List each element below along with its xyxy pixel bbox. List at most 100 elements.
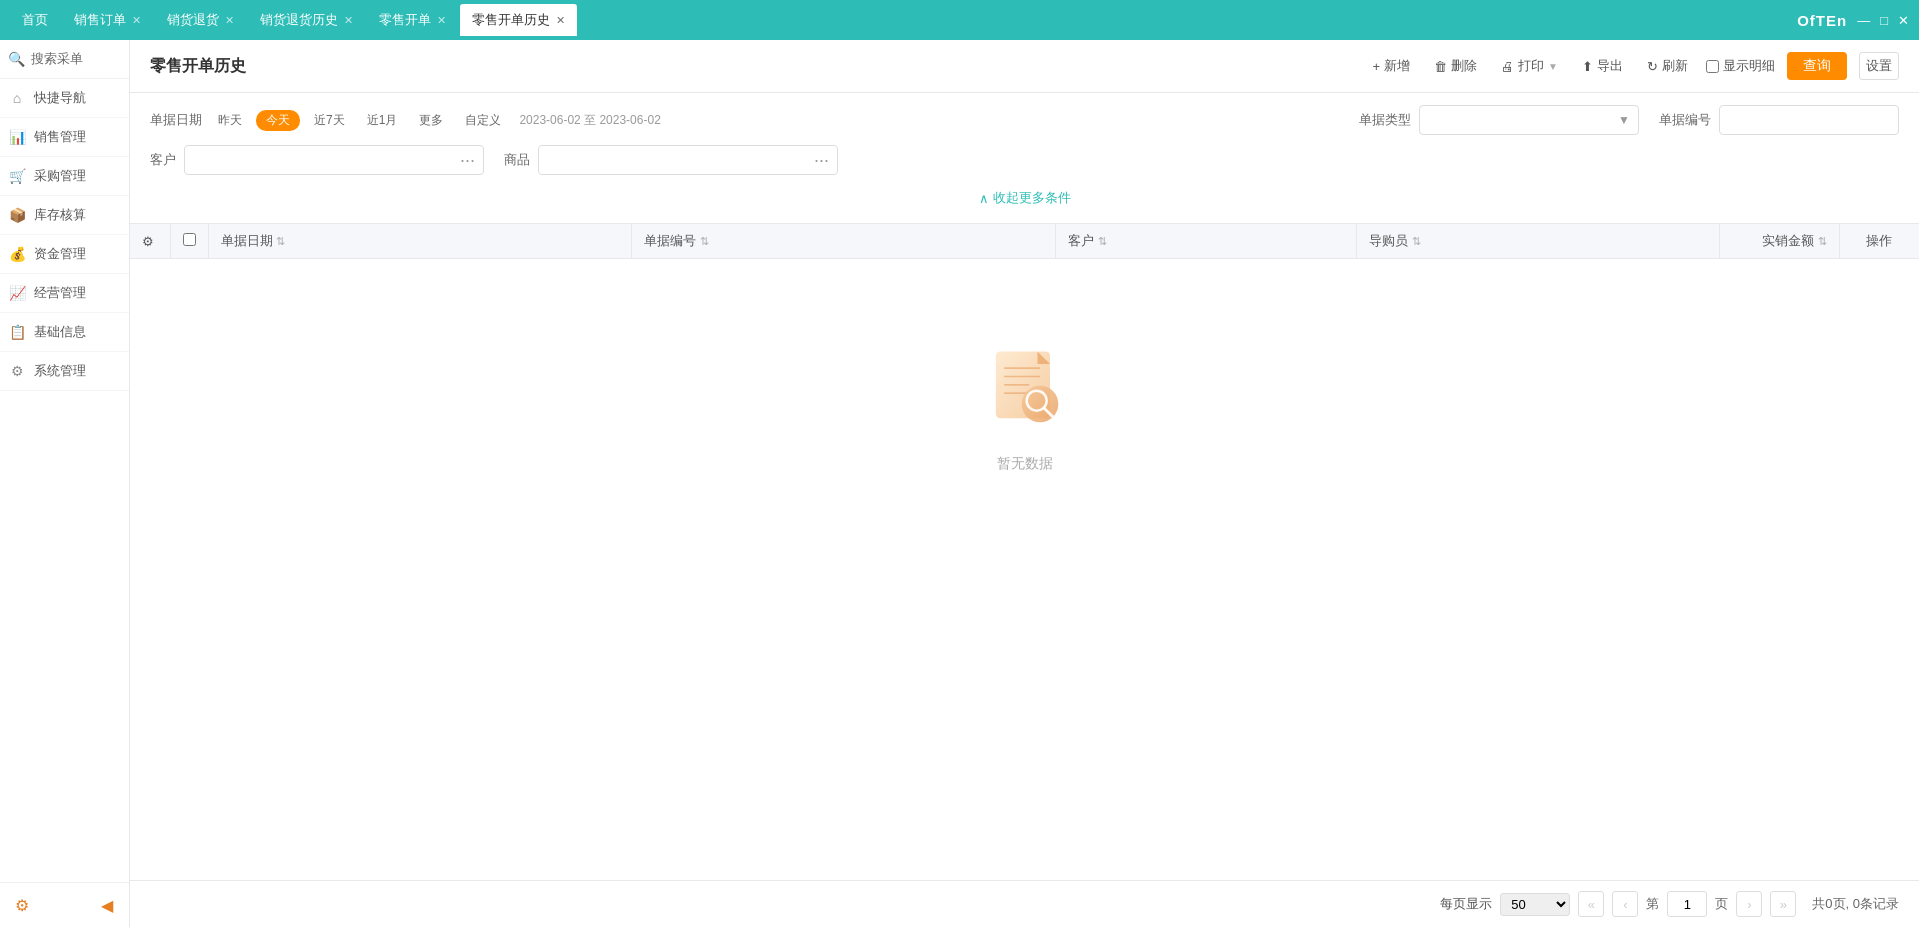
box-icon: 📦 [8,206,26,224]
top-navigation: 首页 销售订单 ✕ 销货退货 ✕ 销货退货历史 ✕ 零售开单 ✕ 零售开单历史 … [0,0,1919,40]
sidebar-item-inventory[interactable]: 📦 库存核算 [0,196,129,235]
settings-button[interactable]: ⚙ [8,891,36,919]
goods-filter-item: 商品 ··· [504,145,838,175]
per-page-label: 每页显示 [1440,895,1492,913]
col-order-no[interactable]: 单据编号 ⇅ [632,224,1056,259]
next-page-button[interactable]: › [1736,891,1762,917]
sidebar-item-purchase-mgmt[interactable]: 🛒 采购管理 [0,157,129,196]
tab-retail-open[interactable]: 零售开单 ✕ [367,4,458,36]
minimize-button[interactable]: — [1857,13,1870,28]
sidebar-item-basic-info[interactable]: 📋 基础信息 [0,313,129,352]
sidebar-item-system-mgmt[interactable]: ⚙ 系统管理 [0,352,129,391]
collapse-sidebar-button[interactable]: ◀ [93,891,121,919]
yesterday-btn[interactable]: 昨天 [210,110,250,131]
close-tab-sales-return[interactable]: ✕ [225,14,234,27]
col-amount-label: 实销金额 [1762,233,1814,248]
empty-state: 暂无数据 [130,259,1919,553]
search-label: 搜索采单 [31,50,83,68]
tab-sales-order[interactable]: 销售订单 ✕ [62,4,153,36]
close-tab-retail-open[interactable]: ✕ [437,14,446,27]
tab-bar: 首页 销售订单 ✕ 销货退货 ✕ 销货退货历史 ✕ 零售开单 ✕ 零售开单历史 … [10,4,1797,36]
more-btn[interactable]: 更多 [411,110,451,131]
sort-amount-icon[interactable]: ⇅ [1818,235,1827,247]
select-all-checkbox[interactable] [183,233,196,246]
sort-order-no-icon[interactable]: ⇅ [700,235,709,247]
sidebar-item-finance-mgmt[interactable]: 💰 资金管理 [0,235,129,274]
sidebar-label-inventory: 库存核算 [34,206,86,224]
date-range-display: 2023-06-02 至 2023-06-02 [519,112,660,129]
order-type-label: 单据类型 [1359,111,1411,129]
sidebar-label-quick-nav: 快捷导航 [34,89,86,107]
customer-dots: ··· [460,151,475,169]
show-detail-input[interactable] [1706,60,1719,73]
last7days-btn[interactable]: 近7天 [306,110,353,131]
print-icon: 🖨 [1501,59,1514,74]
print-button[interactable]: 🖨 打印 ▼ [1495,53,1564,79]
maximize-button[interactable]: □ [1880,13,1888,28]
first-page-button[interactable]: « [1578,891,1604,917]
tab-home[interactable]: 首页 [10,4,60,36]
filter-settings-button[interactable]: 设置 [1859,52,1899,80]
col-salesperson[interactable]: 导购员 ⇅ [1357,224,1719,259]
order-no-filter-item: 单据编号 [1659,105,1899,135]
sidebar-label-sales-mgmt: 销售管理 [34,128,86,146]
collapse-icon: ∧ [979,191,989,206]
add-button[interactable]: + 新增 [1367,53,1417,79]
sort-date-icon[interactable]: ⇅ [276,235,285,247]
last-page-button[interactable]: » [1770,891,1796,917]
export-button[interactable]: ⬆ 导出 [1576,53,1629,79]
goods-label: 商品 [504,151,530,169]
table-body: 暂无数据 [130,259,1919,554]
delete-button[interactable]: 🗑 删除 [1428,53,1483,79]
collapse-filter-button[interactable]: ∧ 收起更多条件 [150,185,1899,211]
order-type-select[interactable]: ▼ [1419,105,1639,135]
col-action: 操作 [1839,224,1919,259]
sidebar-label-operations-mgmt: 经营管理 [34,284,86,302]
pagination-bar: 每页显示 50 20 100 « ‹ 第 页 › » 共0页, 0条记录 [130,880,1919,927]
query-button[interactable]: 查询 [1787,52,1847,80]
close-tab-retail-open-history[interactable]: ✕ [556,14,565,27]
col-customer[interactable]: 客户 ⇅ [1056,224,1357,259]
close-button[interactable]: ✕ [1898,13,1909,28]
prev-page-button[interactable]: ‹ [1612,891,1638,917]
sidebar-label-finance-mgmt: 资金管理 [34,245,86,263]
per-page-select[interactable]: 50 20 100 [1500,893,1570,916]
sort-customer-icon[interactable]: ⇅ [1098,235,1107,247]
brand-logo: OfTEn [1797,12,1847,29]
customer-input[interactable]: ··· [184,145,484,175]
last1month-btn[interactable]: 近1月 [359,110,406,131]
col-salesperson-label: 导购员 [1369,233,1408,248]
tab-retail-open-history[interactable]: 零售开单历史 ✕ [460,4,577,36]
table-settings-icon[interactable]: ⚙ [142,234,154,249]
page-word-after: 页 [1715,895,1728,913]
goods-input[interactable]: ··· [538,145,838,175]
show-detail-checkbox[interactable]: 显示明细 [1706,57,1775,75]
sidebar-label-basic-info: 基础信息 [34,323,86,341]
sort-salesperson-icon[interactable]: ⇅ [1412,235,1421,247]
money-icon: 💰 [8,245,26,263]
tab-sales-return-history[interactable]: 销货退货历史 ✕ [248,4,365,36]
filter-row-2: 客户 ··· 商品 ··· [150,145,1899,175]
refresh-button[interactable]: ↻ 刷新 [1641,53,1694,79]
sidebar-search[interactable]: 🔍 搜索采单 [0,40,129,79]
tab-sales-return[interactable]: 销货退货 ✕ [155,4,246,36]
page-title: 零售开单历史 [150,56,246,77]
sidebar-item-quick-nav[interactable]: ⌂ 快捷导航 [0,79,129,118]
custom-btn[interactable]: 自定义 [457,110,509,131]
goods-dots: ··· [814,151,829,169]
today-btn[interactable]: 今天 [256,110,300,131]
page-number-input[interactable] [1667,891,1707,917]
sidebar-item-sales-mgmt[interactable]: 📊 销售管理 [0,118,129,157]
cart-icon: 🛒 [8,167,26,185]
table-header: ⚙ 单据日期 ⇅ 单据编号 ⇅ [130,224,1919,259]
order-no-input[interactable] [1719,105,1899,135]
col-checkbox[interactable] [170,224,208,259]
order-type-dropdown-icon: ▼ [1618,113,1630,127]
close-tab-sales-order[interactable]: ✕ [132,14,141,27]
table-container: ⚙ 单据日期 ⇅ 单据编号 ⇅ [130,224,1919,880]
col-date[interactable]: 单据日期 ⇅ [208,224,632,259]
sidebar-item-operations-mgmt[interactable]: 📈 经营管理 [0,274,129,313]
col-amount[interactable]: 实销金额 ⇅ [1719,224,1839,259]
close-tab-sales-return-history[interactable]: ✕ [344,14,353,27]
col-settings[interactable]: ⚙ [130,224,170,259]
